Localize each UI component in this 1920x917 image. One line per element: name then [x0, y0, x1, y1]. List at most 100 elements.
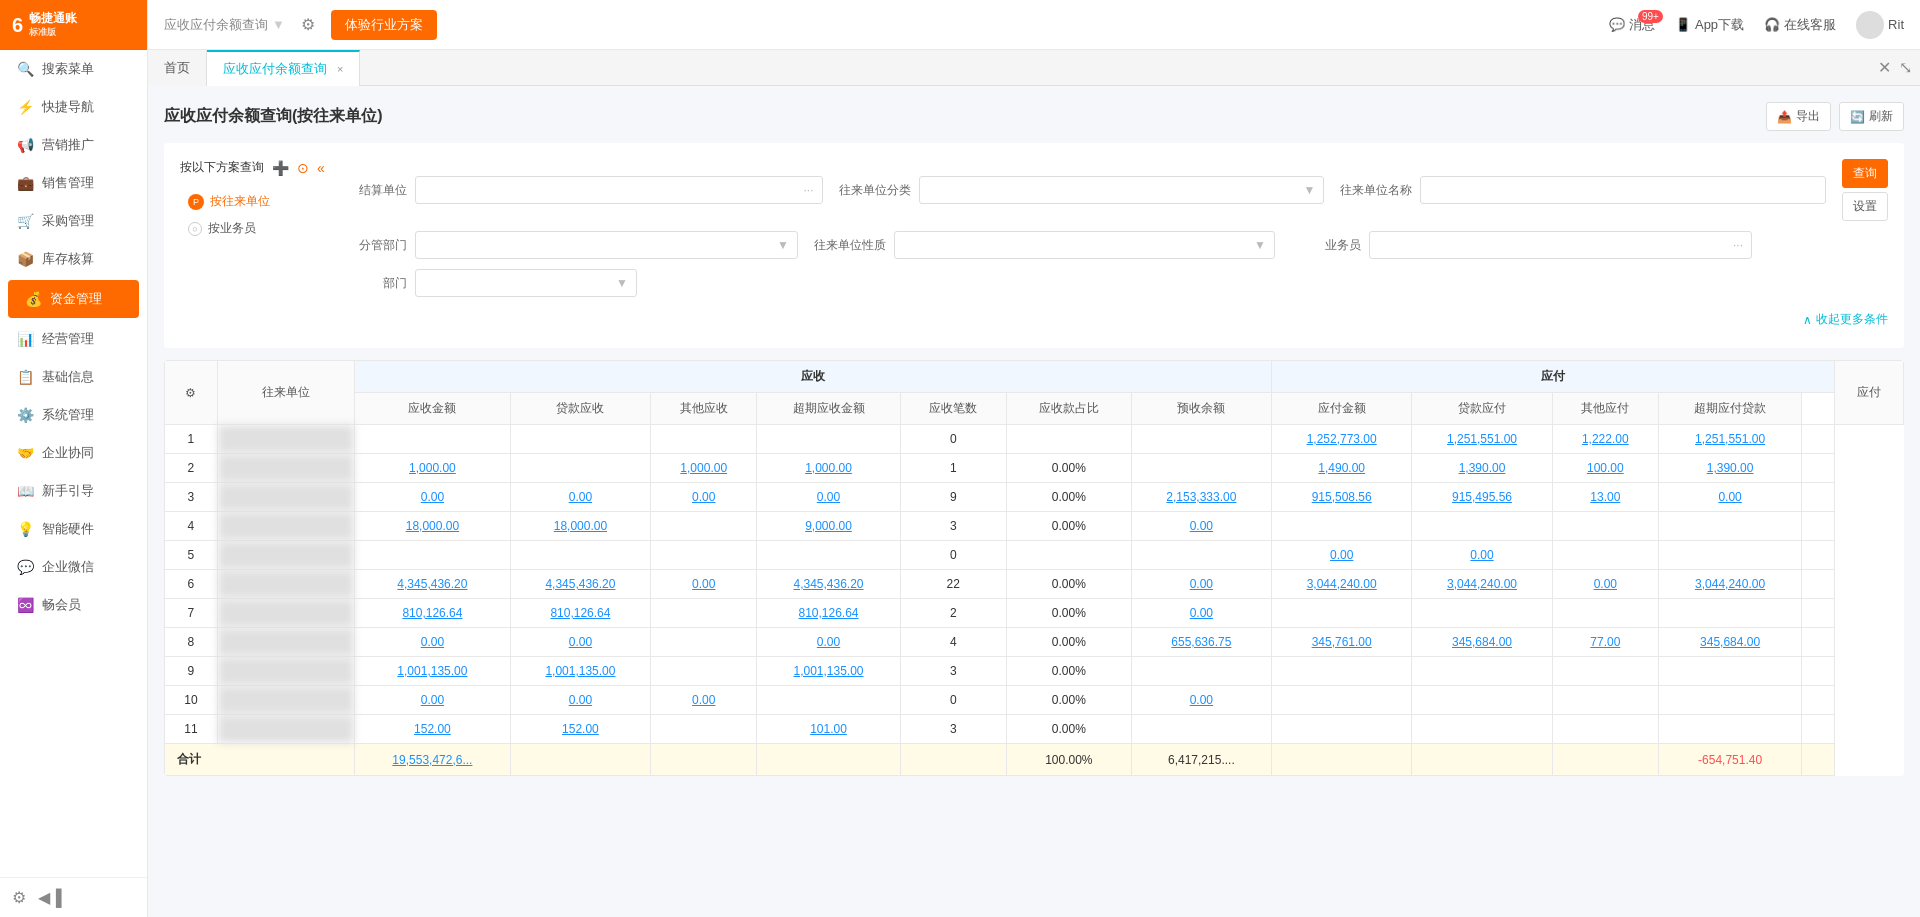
- filter-group-wanglai: 往来单位分类 ▼: [839, 176, 1325, 204]
- filter-row-3: 部门 ▼: [337, 269, 1888, 297]
- header: 应收应付余额查询 ▼ ⚙ 体验行业方案 💬 消息 99+ 📱 App下载 🎧 在…: [148, 0, 1920, 50]
- wanglainame-label: 往来单位名称: [1340, 182, 1412, 199]
- wanglai-input[interactable]: ▼: [919, 176, 1325, 204]
- filter-expand-icon[interactable]: «: [317, 160, 325, 176]
- wanglai-label: 往来单位分类: [839, 182, 911, 199]
- filter-group-wanglaix: 往来单位性质 ▼: [814, 231, 1275, 259]
- table-row: 2████████1,000.001,000.001,000.0010.00%1…: [165, 454, 1904, 483]
- filter-side-nav: 按以下方案查询 ➕ ⊙ « P 按往来单位 ○ 按业务员: [180, 159, 325, 332]
- th-pay-amount: 应付金额: [1272, 393, 1412, 425]
- th-payable-remain: 应付: [1834, 361, 1903, 425]
- footer-recv-ratio: 100.00%: [1006, 744, 1131, 776]
- enterprise-icon: 🤝: [16, 445, 34, 461]
- sidebar-item-enterprise[interactable]: 🤝 企业协同: [0, 434, 147, 472]
- th-recv-ratio: 应收款占比: [1006, 393, 1131, 425]
- export-button[interactable]: 📤 导出: [1766, 102, 1831, 131]
- jiesuan-label: 结算单位: [337, 182, 407, 199]
- fenguan-input[interactable]: ▼: [415, 231, 798, 259]
- filter-header: 按以下方案查询 ➕ ⊙ «: [180, 159, 325, 176]
- header-gear-icon[interactable]: ⚙: [301, 15, 315, 34]
- message-button[interactable]: 💬 消息 99+: [1609, 16, 1655, 34]
- filter-group-bumen: 部门 ▼: [337, 269, 637, 297]
- sidebar-item-purchase[interactable]: 🛒 采购管理: [0, 202, 147, 240]
- table-row: 4████████18,000.0018,000.009,000.0030.00…: [165, 512, 1904, 541]
- refresh-icon: 🔄: [1850, 110, 1865, 124]
- marketing-icon: 📢: [16, 137, 34, 153]
- sidebar-item-basicinfo[interactable]: 📋 基础信息: [0, 358, 147, 396]
- sidebar-item-operation[interactable]: 📊 经营管理: [0, 320, 147, 358]
- refresh-button[interactable]: 🔄 刷新: [1839, 102, 1904, 131]
- th-pay-overdue: 超期应付贷款: [1658, 393, 1801, 425]
- tab-home-label: 首页: [164, 59, 190, 77]
- table-row: 1████████01,252,773.001,251,551.001,222.…: [165, 425, 1904, 454]
- window-close-icon[interactable]: ✕: [1878, 58, 1891, 77]
- footer-pay-other: [1552, 744, 1658, 776]
- filter-panel: 按以下方案查询 ➕ ⊙ « P 按往来单位 ○ 按业务员: [164, 143, 1904, 348]
- wanglainame-input[interactable]: [1420, 176, 1826, 204]
- purchase-icon: 🛒: [16, 213, 34, 229]
- filter-nav-item-partner[interactable]: P 按往来单位: [180, 188, 325, 215]
- th-recv-overdue: 超期应收金额: [757, 393, 900, 425]
- filter-add-icon[interactable]: ➕: [272, 160, 289, 176]
- basicinfo-icon: 📋: [16, 369, 34, 385]
- collapse-icon[interactable]: ◀▐: [38, 888, 61, 907]
- sidebar-item-inventory[interactable]: 📦 库存核算: [0, 240, 147, 278]
- settings-filter-button[interactable]: 设置: [1842, 192, 1888, 221]
- filter-group-wanglainame: 往来单位名称: [1340, 176, 1826, 204]
- window-expand-icon[interactable]: ⤡: [1899, 58, 1912, 77]
- app-download-button[interactable]: 📱 App下载: [1675, 16, 1744, 34]
- th-payable-group: 应付: [1272, 361, 1835, 393]
- table-settings-icon[interactable]: ⚙: [185, 386, 196, 400]
- sidebar-item-wechat[interactable]: 💬 企业微信: [0, 548, 147, 586]
- footer-label: 合计: [165, 744, 355, 776]
- wanglaix-input[interactable]: ▼: [894, 231, 1275, 259]
- sidebar-item-search[interactable]: 🔍 搜索菜单: [0, 50, 147, 88]
- online-service-button[interactable]: 🎧 在线客服: [1764, 16, 1836, 34]
- footer-pay-total: [1272, 744, 1412, 776]
- filter-settings-icon[interactable]: ⊙: [297, 160, 309, 176]
- sidebar-item-quicknav[interactable]: ⚡ 快捷导航: [0, 88, 147, 126]
- query-button[interactable]: 查询: [1842, 159, 1888, 188]
- th-recv-credit: 贷款应收: [510, 393, 650, 425]
- settings-icon[interactable]: ⚙: [12, 888, 26, 907]
- filter-collapse-btn[interactable]: ∧ 收起更多条件: [337, 307, 1888, 332]
- th-pay-other: 其他应付: [1552, 393, 1658, 425]
- table-row: 11████████152.00152.00101.0030.00%: [165, 715, 1904, 744]
- th-receivable-group: 应收: [355, 361, 1272, 393]
- filter-group-fenguan: 分管部门 ▼: [337, 231, 798, 259]
- service-icon: 🎧: [1764, 17, 1780, 32]
- wanglaix-label: 往来单位性质: [814, 237, 886, 254]
- table-row: 7████████810,126.64810,126.64810,126.642…: [165, 599, 1904, 628]
- sidebar-item-fund[interactable]: 💰 资金管理: [8, 280, 139, 318]
- filter-row-2: 分管部门 ▼ 往来单位性质 ▼ 业务员: [337, 231, 1888, 259]
- tab-active-label: 应收应付余额查询: [223, 60, 327, 78]
- bumen-input[interactable]: ▼: [415, 269, 637, 297]
- jiesuan-input[interactable]: ···: [415, 176, 823, 204]
- filter-title: 按以下方案查询: [180, 159, 264, 176]
- filter-nav-item-salesman[interactable]: ○ 按业务员: [180, 215, 325, 242]
- th-recv-other: 其他应收: [651, 393, 757, 425]
- sidebar-item-member[interactable]: ♾️ 畅会员: [0, 586, 147, 624]
- wechat-icon: 💬: [16, 559, 34, 575]
- tab-home[interactable]: 首页: [148, 50, 207, 86]
- search-icon: 🔍: [16, 61, 34, 77]
- sidebar-item-sales[interactable]: 💼 销售管理: [0, 164, 147, 202]
- tab-active[interactable]: 应收应付余额查询 ×: [207, 50, 360, 86]
- breadcrumb-text: 应收应付余额查询: [164, 16, 268, 34]
- footer-prepaid: 6,417,215....: [1131, 744, 1271, 776]
- quicknav-icon: ⚡: [16, 99, 34, 115]
- promo-button[interactable]: 体验行业方案: [331, 10, 437, 40]
- th-settings[interactable]: ⚙: [165, 361, 218, 425]
- table-row: 10████████0.000.000.0000.00%0.00: [165, 686, 1904, 715]
- guide-icon: 📖: [16, 483, 34, 499]
- user-avatar-button[interactable]: Rit: [1856, 11, 1904, 39]
- filter-row-1: 结算单位 ··· 往来单位分类 ▼ 往来单位名称: [337, 159, 1888, 221]
- tab-close-icon[interactable]: ×: [337, 63, 343, 75]
- yewu-label: 业务员: [1291, 237, 1361, 254]
- sidebar-item-system[interactable]: ⚙️ 系统管理: [0, 396, 147, 434]
- sidebar-item-marketing[interactable]: 📢 营销推广: [0, 126, 147, 164]
- sidebar-item-guide[interactable]: 📖 新手引导: [0, 472, 147, 510]
- filter-group-yewu: 业务员 ···: [1291, 231, 1752, 259]
- sidebar-item-hardware[interactable]: 💡 智能硬件: [0, 510, 147, 548]
- yewu-input[interactable]: ···: [1369, 231, 1752, 259]
